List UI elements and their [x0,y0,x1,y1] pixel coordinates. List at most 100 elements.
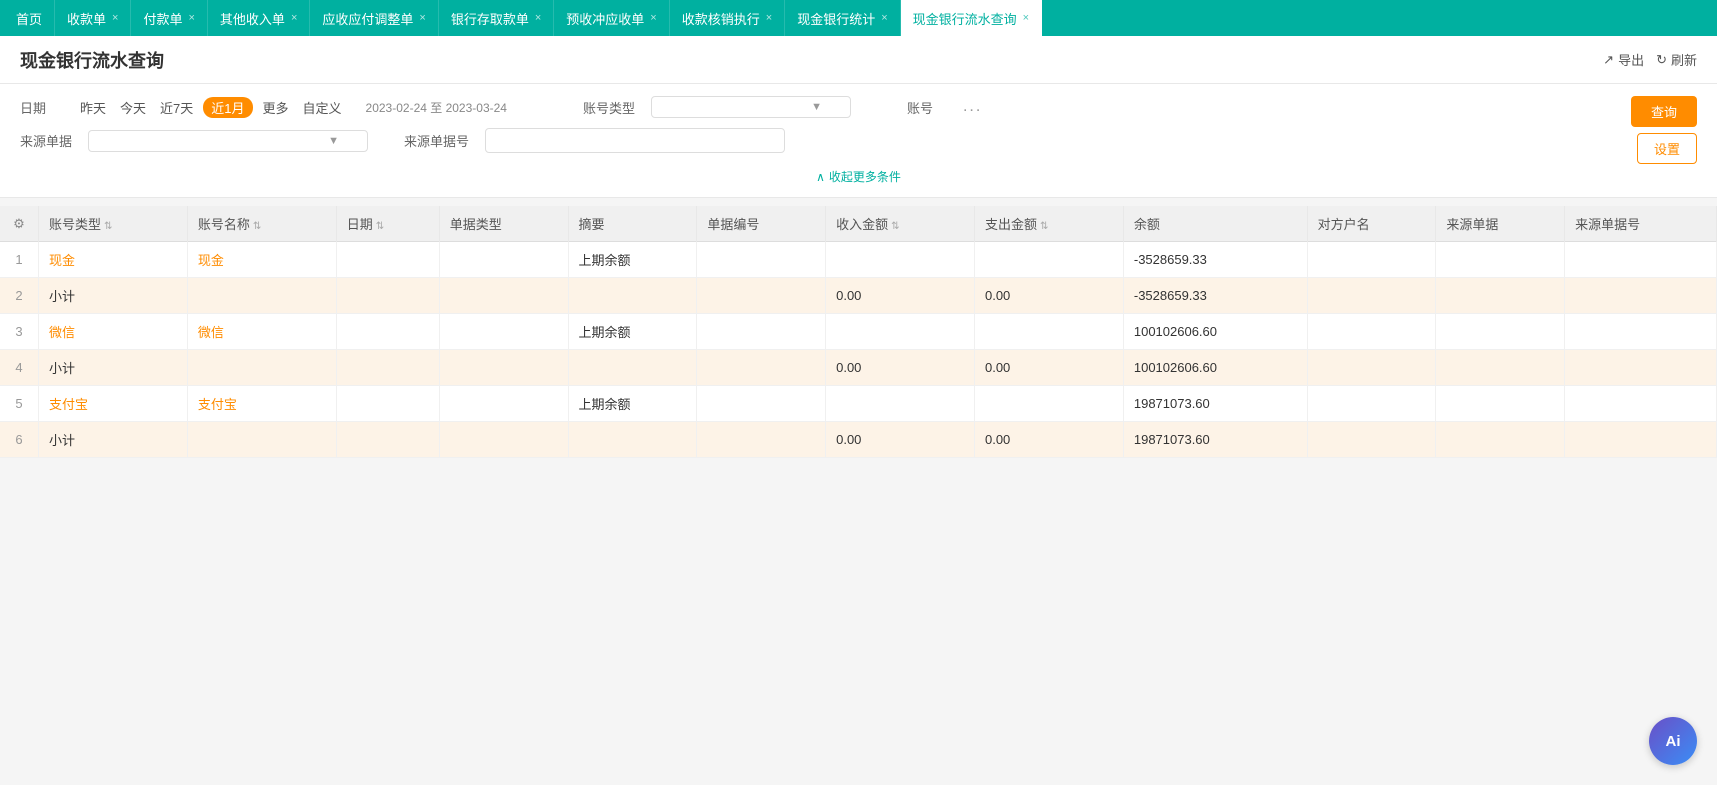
settings-button[interactable]: 设置 [1637,133,1697,164]
cell-summary [568,422,697,458]
table-col-date[interactable]: 日期⇅ [336,206,439,242]
table-col-settings: ⚙ [0,206,39,242]
collapse-bar[interactable]: ∧ 收起更多条件 [20,164,1697,191]
table-col-doc_no: 单据编号 [697,206,826,242]
nav-tab[interactable]: 付款单× [131,0,207,36]
close-icon[interactable]: × [881,12,887,24]
source-doc-no-label: 来源单据号 [404,131,469,150]
cell-expense [974,242,1123,278]
close-icon[interactable]: × [650,12,656,24]
table-row: 3微信微信上期余额100102606.60 [0,314,1717,350]
refresh-button[interactable]: ↻ 刷新 [1656,50,1697,69]
cell-counterpart [1307,314,1436,350]
cell-summary: 上期余额 [568,314,697,350]
table-col-doc_type: 单据类型 [439,206,568,242]
ai-label: Ai [1666,733,1681,750]
cell-doc_no [697,242,826,278]
nav-tab[interactable]: 收款核销执行× [670,0,785,36]
cell-source_doc_no [1565,386,1717,422]
cell-balance: 100102606.60 [1123,350,1307,386]
cell-doc_no [697,350,826,386]
cell-date [336,386,439,422]
cell-account_name: 支付宝 [187,386,336,422]
cell-counterpart [1307,386,1436,422]
cell-date [336,278,439,314]
nav-tab[interactable]: 应收应付调整单× [310,0,438,36]
cell-doc_no [697,422,826,458]
header-actions: ↗ 导出 ↻ 刷新 [1603,50,1697,69]
data-table: ⚙账号类型⇅账号名称⇅日期⇅单据类型摘要单据编号收入金额⇅支出金额⇅余额对方户名… [0,206,1717,458]
cell-doc_no [697,278,826,314]
source-doc-no-input[interactable] [485,128,785,153]
table-row: 5支付宝支付宝上期余额19871073.60 [0,386,1717,422]
close-icon[interactable]: × [291,12,297,24]
cell-doc_type [439,386,568,422]
table-col-source_doc_no: 来源单据号 [1565,206,1717,242]
nav-tab[interactable]: 现金银行流水查询× [901,0,1042,36]
close-icon[interactable]: × [112,12,118,24]
cell-source_doc_no [1565,350,1717,386]
query-button[interactable]: 查询 [1631,96,1697,127]
cell-source_doc_no [1565,242,1717,278]
close-icon[interactable]: × [1023,12,1029,24]
cell-account_name [187,350,336,386]
source-doc-select[interactable]: ▼ [88,130,368,152]
table-col-account_name[interactable]: 账号名称⇅ [187,206,336,242]
cell-balance: 100102606.60 [1123,314,1307,350]
cell-expense: 0.00 [974,278,1123,314]
cell-source_doc [1436,386,1565,422]
table-row: 1现金现金上期余额-3528659.33 [0,242,1717,278]
table-col-source_doc: 来源单据 [1436,206,1565,242]
close-icon[interactable]: × [766,12,772,24]
cell-account_type: 现金 [39,242,188,278]
date-shortcuts: 昨天今天近7天近1月更多自定义 [76,97,346,118]
date-shortcut[interactable]: 近7天 [156,97,197,118]
nav-tab[interactable]: 现金银行统计× [785,0,900,36]
date-shortcut[interactable]: 昨天 [76,97,110,118]
ai-button[interactable]: Ai [1649,717,1697,765]
cell-account_name: 微信 [187,314,336,350]
cell-source_doc [1436,242,1565,278]
account-dots[interactable]: ... [963,98,982,116]
date-shortcut[interactable]: 近1月 [203,97,252,118]
close-icon[interactable]: × [188,12,194,24]
cell-seq: 5 [0,386,39,422]
table-col-expense[interactable]: 支出金额⇅ [974,206,1123,242]
export-label: 导出 [1618,50,1644,69]
cell-counterpart [1307,242,1436,278]
close-icon[interactable]: × [535,12,541,24]
cell-account_type: 小计 [39,350,188,386]
cell-counterpart [1307,350,1436,386]
date-shortcut[interactable]: 自定义 [299,97,346,118]
cell-income: 0.00 [826,350,975,386]
table-container: ⚙账号类型⇅账号名称⇅日期⇅单据类型摘要单据编号收入金额⇅支出金额⇅余额对方户名… [0,206,1717,458]
date-shortcut[interactable]: 今天 [116,97,150,118]
table-col-counterpart: 对方户名 [1307,206,1436,242]
settings-icon[interactable]: ⚙ [10,215,28,233]
nav-tab[interactable]: 银行存取款单× [439,0,554,36]
cell-balance: -3528659.33 [1123,278,1307,314]
table-col-account_type[interactable]: 账号类型⇅ [39,206,188,242]
cell-summary: 上期余额 [568,242,697,278]
table-col-balance: 余额 [1123,206,1307,242]
source-doc-label: 来源单据 [20,131,72,150]
nav-tab[interactable]: 收款单× [55,0,131,36]
date-shortcut[interactable]: 更多 [259,97,293,118]
export-button[interactable]: ↗ 导出 [1603,50,1644,69]
cell-date [336,242,439,278]
cell-date [336,350,439,386]
cell-summary [568,350,697,386]
account-type-select[interactable]: ▼ [651,96,851,118]
nav-tab[interactable]: 预收冲应收单× [554,0,669,36]
cell-expense: 0.00 [974,350,1123,386]
cell-counterpart [1307,278,1436,314]
table-col-income[interactable]: 收入金额⇅ [826,206,975,242]
cell-expense: 0.00 [974,422,1123,458]
cell-balance: -3528659.33 [1123,242,1307,278]
cell-income [826,314,975,350]
close-icon[interactable]: × [419,12,425,24]
sort-icon: ⇅ [376,221,384,232]
nav-home[interactable]: 首页 [4,0,55,36]
nav-tab[interactable]: 其他收入单× [208,0,310,36]
cell-seq: 2 [0,278,39,314]
